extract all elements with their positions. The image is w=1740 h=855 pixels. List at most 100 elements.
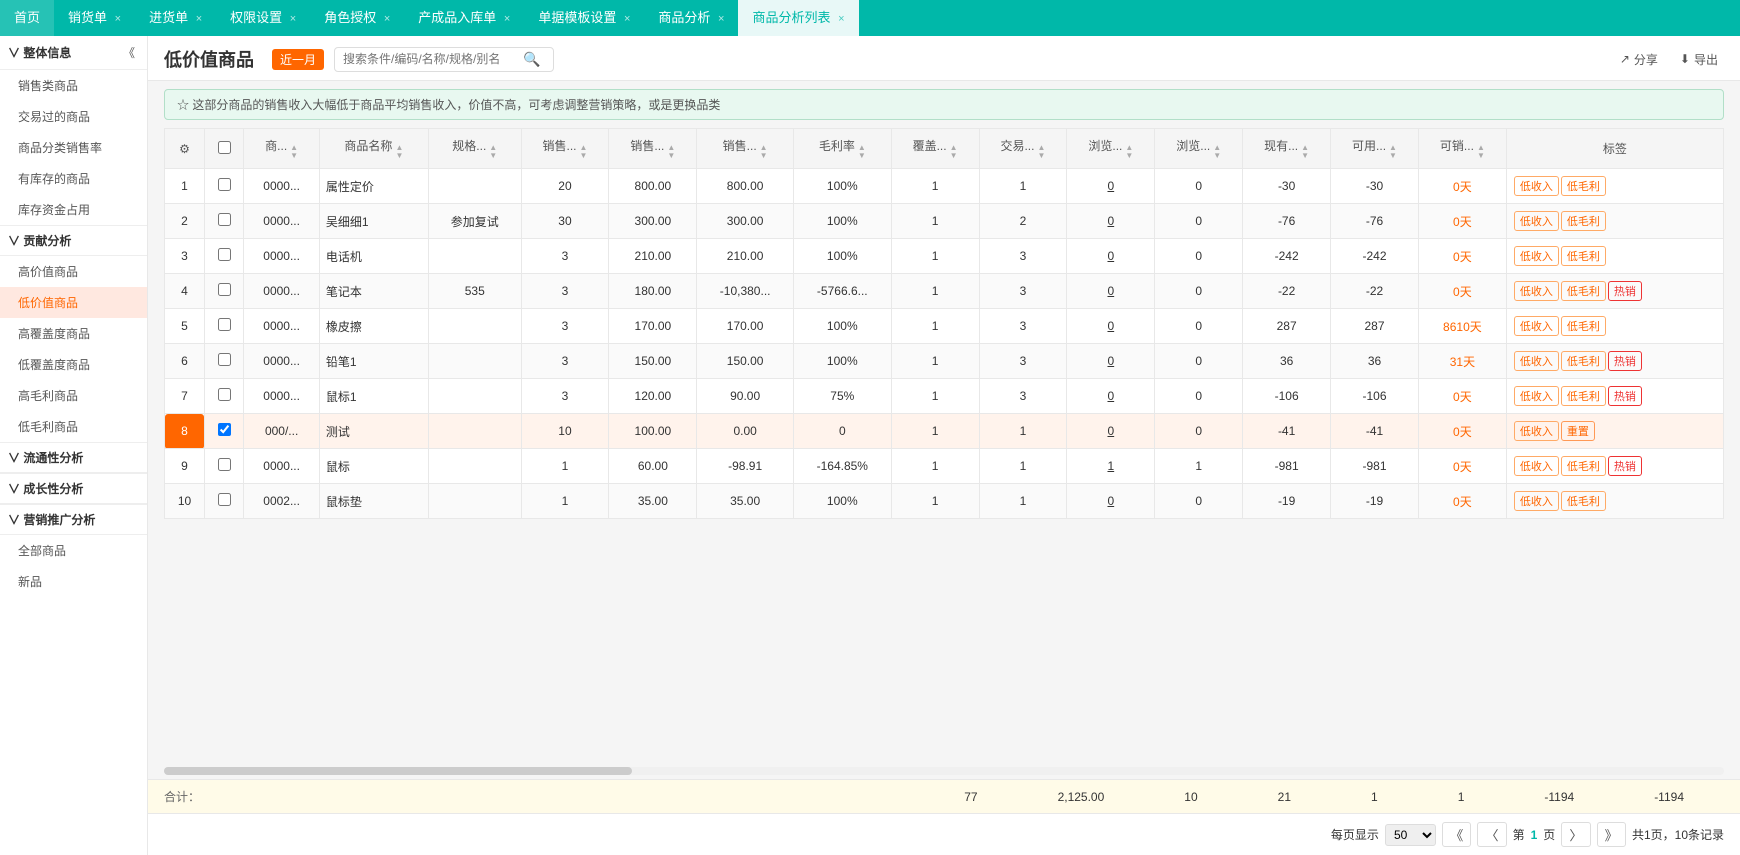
cell-name[interactable]: 铅笔1 xyxy=(319,344,428,379)
view1-link[interactable]: 1 xyxy=(1107,459,1114,473)
cell-checkbox[interactable] xyxy=(204,484,243,519)
view1-link[interactable]: 0 xyxy=(1107,424,1114,438)
sidebar-item-stock-capital[interactable]: 库存资金占用 xyxy=(0,194,147,225)
view1-link[interactable]: 0 xyxy=(1107,494,1114,508)
cell-name[interactable]: 鼠标1 xyxy=(319,379,428,414)
sidebar-item-category-rate[interactable]: 商品分类销售率 xyxy=(0,132,147,163)
search-icon[interactable]: 🔍 xyxy=(523,51,540,68)
nav-permission-close[interactable]: × xyxy=(290,13,296,25)
sidebar-item-high-value[interactable]: 高价值商品 xyxy=(0,256,147,287)
sidebar-item-all-goods[interactable]: 全部商品 xyxy=(0,535,147,566)
last-page-btn[interactable]: 》 xyxy=(1597,822,1626,847)
first-page-btn[interactable]: 《 xyxy=(1442,822,1471,847)
col-view2[interactable]: 浏览...▲▼ xyxy=(1155,129,1243,169)
row-checkbox[interactable] xyxy=(218,318,231,331)
nav-role-close[interactable]: × xyxy=(384,13,390,25)
sidebar-item-high-coverage[interactable]: 高覆盖度商品 xyxy=(0,318,147,349)
cell-name[interactable]: 吴细细1 xyxy=(319,204,428,239)
col-sale-qty[interactable]: 销售...▲▼ xyxy=(521,129,609,169)
cell-view1[interactable]: 0 xyxy=(1067,169,1155,204)
col-current-stock[interactable]: 现有...▲▼ xyxy=(1243,129,1331,169)
cell-checkbox[interactable] xyxy=(204,309,243,344)
row-checkbox[interactable] xyxy=(218,493,231,506)
col-available[interactable]: 可用...▲▼ xyxy=(1331,129,1419,169)
nav-sales[interactable]: 销货单 × xyxy=(54,0,135,36)
view1-link[interactable]: 0 xyxy=(1107,214,1114,228)
col-saleable[interactable]: 可销...▲▼ xyxy=(1418,129,1506,169)
cell-checkbox[interactable] xyxy=(204,239,243,274)
cell-view1[interactable]: 1 xyxy=(1067,449,1155,484)
nav-permission[interactable]: 权限设置 × xyxy=(216,0,310,36)
col-settings[interactable]: ⚙ xyxy=(165,129,205,169)
sidebar-item-traded-goods[interactable]: 交易过的商品 xyxy=(0,101,147,132)
view1-link[interactable]: 0 xyxy=(1107,389,1114,403)
cell-checkbox[interactable] xyxy=(204,379,243,414)
nav-purchase-close[interactable]: × xyxy=(196,13,202,25)
sidebar-item-new-goods[interactable]: 新品 xyxy=(0,566,147,597)
sidebar-item-low-margin[interactable]: 低毛利商品 xyxy=(0,411,147,442)
sidebar-item-high-margin[interactable]: 高毛利商品 xyxy=(0,380,147,411)
col-name[interactable]: 商品名称▲▼ xyxy=(319,129,428,169)
col-sale-price[interactable]: 销售...▲▼ xyxy=(609,129,697,169)
cell-checkbox[interactable] xyxy=(204,449,243,484)
scrollbar-thumb[interactable] xyxy=(164,767,632,775)
sidebar-item-stocked-goods[interactable]: 有库存的商品 xyxy=(0,163,147,194)
cell-view1[interactable]: 0 xyxy=(1067,204,1155,239)
cell-view1[interactable]: 0 xyxy=(1067,344,1155,379)
row-checkbox[interactable] xyxy=(218,283,231,296)
view1-link[interactable]: 0 xyxy=(1107,249,1114,263)
cell-view1[interactable]: 0 xyxy=(1067,309,1155,344)
sidebar-group-title-circulation[interactable]: ∨ 流通性分析 xyxy=(0,442,147,473)
col-gross-margin[interactable]: 毛利率▲▼ xyxy=(793,129,891,169)
cell-view1[interactable]: 0 xyxy=(1067,239,1155,274)
cell-view1[interactable]: 0 xyxy=(1067,379,1155,414)
cell-name[interactable]: 属性定价 xyxy=(319,169,428,204)
cell-name[interactable]: 笔记本 xyxy=(319,274,428,309)
col-coverage[interactable]: 覆盖...▲▼ xyxy=(891,129,979,169)
cell-checkbox[interactable] xyxy=(204,414,243,449)
nav-product-inbound-close[interactable]: × xyxy=(504,13,510,25)
nav-template[interactable]: 单据模板设置 × xyxy=(524,0,644,36)
cell-checkbox[interactable] xyxy=(204,169,243,204)
scrollbar-area[interactable] xyxy=(164,767,1724,775)
row-checkbox[interactable] xyxy=(218,423,231,436)
prev-page-btn[interactable]: 〈 xyxy=(1477,822,1506,847)
share-button[interactable]: ↗ 分享 xyxy=(1614,48,1664,71)
nav-goods-analysis-close[interactable]: × xyxy=(718,13,724,25)
cell-view1[interactable]: 0 xyxy=(1067,414,1155,449)
view1-link[interactable]: 0 xyxy=(1107,284,1114,298)
next-page-btn[interactable]: 〉 xyxy=(1561,822,1590,847)
nav-purchase[interactable]: 进货单 × xyxy=(135,0,216,36)
cell-view1[interactable]: 0 xyxy=(1067,484,1155,519)
view1-link[interactable]: 0 xyxy=(1107,354,1114,368)
row-checkbox[interactable] xyxy=(218,458,231,471)
select-all-checkbox[interactable] xyxy=(218,141,231,154)
nav-goods-analysis[interactable]: 商品分析 × xyxy=(644,0,738,36)
cell-checkbox[interactable] xyxy=(204,274,243,309)
row-checkbox[interactable] xyxy=(218,178,231,191)
sidebar-item-low-value[interactable]: 低价值商品 xyxy=(0,287,147,318)
sidebar-item-sales-goods[interactable]: 销售类商品 xyxy=(0,70,147,101)
cell-name[interactable]: 测试 xyxy=(319,414,428,449)
sidebar-item-low-coverage[interactable]: 低覆盖度商品 xyxy=(0,349,147,380)
sidebar-group-title-growth[interactable]: ∨ 成长性分析 xyxy=(0,473,147,504)
cell-name[interactable]: 橡皮擦 xyxy=(319,309,428,344)
time-filter-btn[interactable]: 近一月 xyxy=(272,49,324,70)
cell-name[interactable]: 电话机 xyxy=(319,239,428,274)
col-checkbox[interactable] xyxy=(204,129,243,169)
col-code[interactable]: 商...▲▼ xyxy=(244,129,319,169)
nav-goods-analysis-list-close[interactable]: × xyxy=(838,13,844,25)
col-spec[interactable]: 规格...▲▼ xyxy=(428,129,521,169)
row-checkbox[interactable] xyxy=(218,213,231,226)
export-button[interactable]: ⬇ 导出 xyxy=(1674,48,1724,71)
sidebar-collapse-btn[interactable]: 《 xyxy=(119,42,139,63)
cell-checkbox[interactable] xyxy=(204,204,243,239)
view1-link[interactable]: 0 xyxy=(1107,179,1114,193)
cell-view1[interactable]: 0 xyxy=(1067,274,1155,309)
nav-goods-analysis-list[interactable]: 商品分析列表 × xyxy=(738,0,858,36)
cell-name[interactable]: 鼠标垫 xyxy=(319,484,428,519)
col-trade[interactable]: 交易...▲▼ xyxy=(979,129,1067,169)
row-checkbox[interactable] xyxy=(218,353,231,366)
nav-home[interactable]: 首页 xyxy=(0,0,54,36)
col-sale-cost[interactable]: 销售...▲▼ xyxy=(697,129,794,169)
